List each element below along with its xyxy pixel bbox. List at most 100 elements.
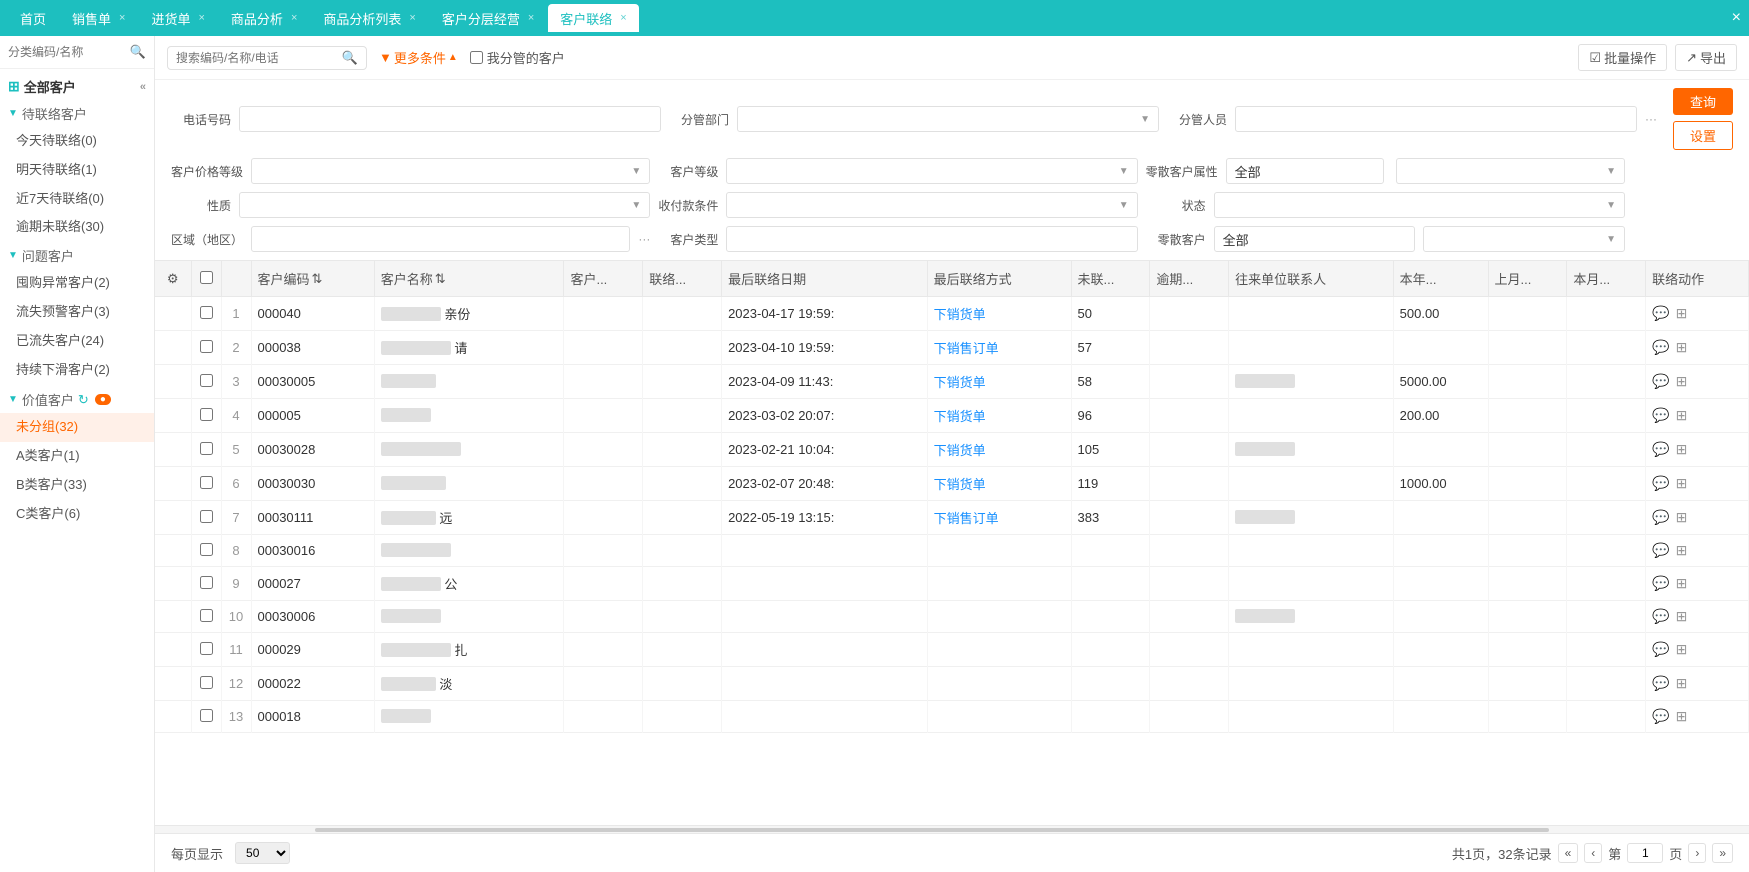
last-contact-way[interactable]: 下销售订单	[927, 501, 1071, 535]
sidebar-group-pending[interactable]: ▼ 待联络客户	[0, 100, 154, 127]
close-icon[interactable]: ×	[198, 12, 204, 24]
nav-tab-goods-analysis[interactable]: 商品分析 ×	[219, 4, 309, 32]
sidebar-item-7days-pending[interactable]: 近7天待联络(0)	[0, 185, 154, 214]
settings-icon[interactable]: ⚙	[167, 271, 179, 286]
unit-contact-column-header[interactable]: 往来单位联系人	[1229, 261, 1393, 297]
last-contact-way[interactable]: 下销货单	[927, 433, 1071, 467]
row-checkbox[interactable]	[191, 399, 221, 433]
search-icon[interactable]: 🔍	[130, 44, 146, 60]
no-contact-column-header[interactable]: 未联...	[1071, 261, 1150, 297]
customer-type-input[interactable]	[726, 226, 1137, 252]
grid-icon[interactable]: ⊞	[1676, 575, 1688, 592]
select-all-checkbox[interactable]	[200, 271, 213, 284]
sidebar-group-value[interactable]: ▼ 价值客户 ↻ ●	[0, 384, 154, 413]
name-sort[interactable]: 客户名称 ⇅	[381, 269, 446, 288]
row-checkbox[interactable]	[191, 365, 221, 399]
prev-page-btn[interactable]: ‹	[1584, 843, 1602, 863]
message-icon[interactable]: 💬	[1652, 509, 1669, 526]
refresh-icon[interactable]: ↻	[78, 392, 89, 408]
message-icon[interactable]: 💬	[1652, 373, 1669, 390]
message-icon[interactable]: 💬	[1652, 575, 1669, 592]
code-sort[interactable]: 客户编码 ⇅	[258, 269, 323, 288]
last-contact-way[interactable]: 下销货单	[927, 365, 1071, 399]
row-checkbox[interactable]	[191, 331, 221, 365]
nav-tab-purchase[interactable]: 进货单 ×	[139, 4, 216, 32]
region-input[interactable]	[251, 226, 630, 252]
message-icon[interactable]: 💬	[1652, 475, 1669, 492]
more-dots-icon[interactable]: ···	[1645, 112, 1657, 126]
sidebar-group-problem[interactable]: ▼ 问题客户	[0, 242, 154, 269]
first-page-btn[interactable]: «	[1558, 843, 1579, 863]
sidebar-item-today-pending[interactable]: 今天待联络(0)	[0, 127, 154, 156]
last-contact-date-column-header[interactable]: 最后联络日期	[722, 261, 928, 297]
message-icon[interactable]: 💬	[1652, 441, 1669, 458]
grid-icon[interactable]: ⊞	[1676, 339, 1688, 356]
main-search-input[interactable]	[176, 51, 338, 65]
row-check[interactable]	[200, 408, 213, 421]
retail-customer-value-select[interactable]: 全部	[1214, 226, 1416, 252]
sidebar-item-churned[interactable]: 已流失客户(24)	[0, 327, 154, 356]
close-icon[interactable]: ×	[119, 12, 125, 24]
nav-tab-customer-contact[interactable]: 客户联络 ×	[548, 4, 638, 32]
nav-tab-home[interactable]: 首页	[8, 4, 58, 32]
close-icon[interactable]: ×	[409, 12, 415, 24]
more-dots-icon[interactable]: ···	[638, 232, 650, 246]
row-checkbox[interactable]	[191, 633, 221, 667]
row-check[interactable]	[200, 476, 213, 489]
export-btn[interactable]: ↗ 导出	[1675, 44, 1737, 71]
reset-btn[interactable]: 设置	[1673, 121, 1733, 150]
price-level-select[interactable]: ▼	[251, 158, 650, 184]
row-check[interactable]	[200, 510, 213, 523]
type-column-header[interactable]: 客户...	[564, 261, 643, 297]
customer-level-select[interactable]: ▼	[726, 158, 1137, 184]
message-icon[interactable]: 💬	[1652, 542, 1669, 559]
sidebar-item-hoarding-abnormal[interactable]: 囤购异常客户(2)	[0, 269, 154, 298]
row-check[interactable]	[200, 306, 213, 319]
grid-icon[interactable]: ⊞	[1676, 441, 1688, 458]
search-icon[interactable]: 🔍	[342, 50, 358, 66]
overdue-column-header[interactable]: 逾期...	[1150, 261, 1229, 297]
grid-icon[interactable]: ⊞	[1676, 475, 1688, 492]
retail-attr-select[interactable]: 全部	[1226, 158, 1385, 184]
grid-icon[interactable]: ⊞	[1676, 305, 1688, 322]
more-filters-btn[interactable]: ▼ 更多条件 ▲	[379, 48, 458, 67]
message-icon[interactable]: 💬	[1652, 339, 1669, 356]
nav-tab-sales[interactable]: 销售单 ×	[60, 4, 137, 32]
row-checkbox[interactable]	[191, 601, 221, 633]
last-contact-way[interactable]	[927, 601, 1071, 633]
sidebar-item-class-c[interactable]: C类客户(6)	[0, 500, 154, 529]
last-page-btn[interactable]: »	[1712, 843, 1733, 863]
row-check[interactable]	[200, 676, 213, 689]
this-year-column-header[interactable]: 本年...	[1393, 261, 1488, 297]
grid-icon[interactable]: ⊞	[1676, 542, 1688, 559]
next-page-btn[interactable]: ›	[1688, 843, 1706, 863]
status-select[interactable]: ▼	[1214, 192, 1625, 218]
sidebar-item-unclassified[interactable]: 未分组(32)	[0, 413, 154, 442]
message-icon[interactable]: 💬	[1652, 708, 1669, 725]
row-checkbox[interactable]	[191, 567, 221, 601]
last-contact-way[interactable]	[927, 667, 1071, 701]
close-icon[interactable]: ×	[528, 12, 534, 24]
row-check[interactable]	[200, 576, 213, 589]
gear-column-header[interactable]: ⚙	[155, 261, 191, 297]
sidebar-item-overdue-pending[interactable]: 逾期未联络(30)	[0, 213, 154, 242]
payment-select[interactable]: ▼	[726, 192, 1137, 218]
contact-column-header[interactable]: 联络...	[643, 261, 722, 297]
page-input[interactable]	[1627, 843, 1663, 863]
grid-icon[interactable]: ⊞	[1676, 373, 1688, 390]
row-checkbox[interactable]	[191, 297, 221, 331]
retail-customer-select[interactable]: ▼	[1423, 226, 1625, 252]
grid-icon[interactable]: ⊞	[1676, 641, 1688, 658]
code-column-header[interactable]: 客户编码 ⇅	[251, 261, 374, 297]
last-contact-way[interactable]: 下销售订单	[927, 331, 1071, 365]
main-search-box[interactable]: 🔍	[167, 46, 367, 70]
row-checkbox[interactable]	[191, 433, 221, 467]
message-icon[interactable]: 💬	[1652, 305, 1669, 322]
batch-operation-btn[interactable]: ☑ 批量操作	[1578, 44, 1667, 71]
sidebar-item-class-b[interactable]: B类客户(33)	[0, 471, 154, 500]
collapse-icon[interactable]: «	[140, 81, 146, 93]
dept-select[interactable]: ▼	[737, 106, 1159, 132]
row-check[interactable]	[200, 543, 213, 556]
grid-icon[interactable]: ⊞	[1676, 708, 1688, 725]
nav-tab-customer-tier[interactable]: 客户分层经营 ×	[430, 4, 546, 32]
